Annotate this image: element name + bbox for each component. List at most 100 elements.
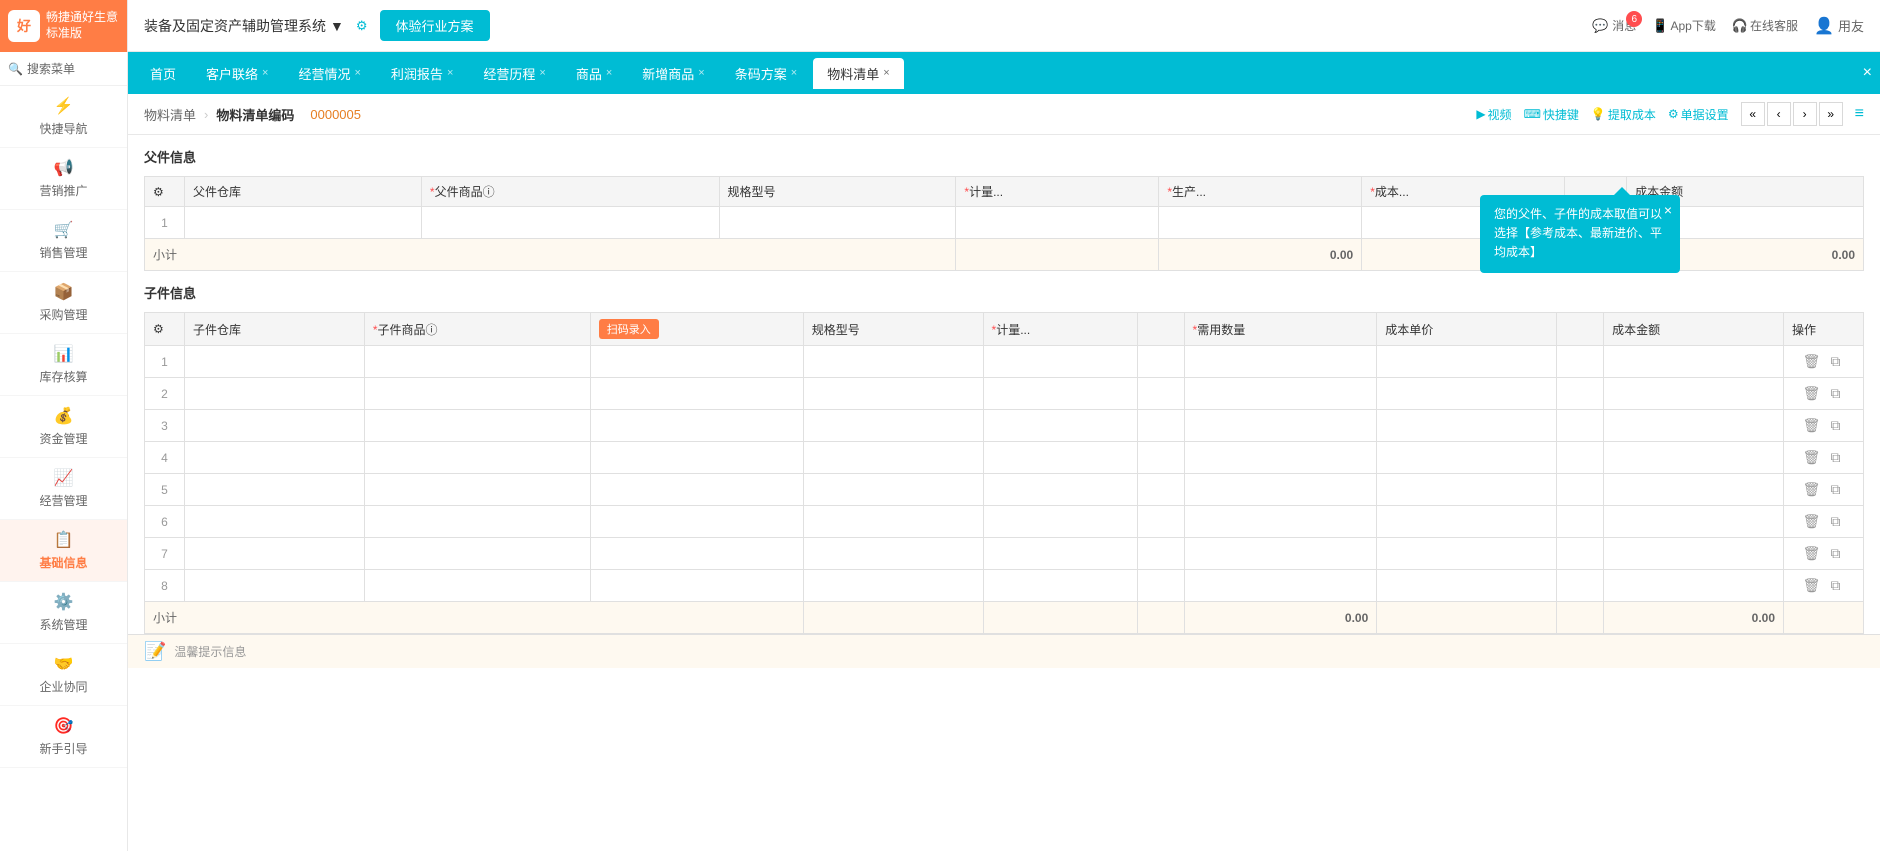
child-unit-3[interactable] (983, 410, 1137, 442)
child-product-7[interactable] (364, 538, 590, 570)
child-product-3[interactable] (364, 410, 590, 442)
child-qty-6[interactable] (1184, 506, 1377, 538)
tab-bom-close[interactable]: × (883, 67, 889, 79)
tab-goods-close[interactable]: × (606, 67, 612, 79)
child-qty-1[interactable] (1184, 346, 1377, 378)
search-menu[interactable]: 🔍 搜索菜单 (0, 52, 127, 86)
sidebar-item-quick-nav[interactable]: ⚡ 快捷导航 (0, 86, 127, 148)
child-spec-3[interactable] (803, 410, 983, 442)
sidebar-item-basic-info[interactable]: 📋 基础信息 (0, 520, 127, 582)
child-spec-4[interactable] (803, 442, 983, 474)
child-unit-7[interactable] (983, 538, 1137, 570)
child-spec-6[interactable] (803, 506, 983, 538)
tab-customer[interactable]: 客户联络 × (192, 58, 282, 89)
tab-goods[interactable]: 商品 × (562, 58, 626, 89)
child-qty-3[interactable] (1184, 410, 1377, 442)
child-spec-5[interactable] (803, 474, 983, 506)
tab-barcode[interactable]: 条码方案 × (721, 58, 811, 89)
page-last-btn[interactable]: » (1819, 102, 1843, 126)
sidebar-item-inventory[interactable]: 📊 库存核算 (0, 334, 127, 396)
child-spec-7[interactable] (803, 538, 983, 570)
child-unit-2[interactable] (983, 378, 1137, 410)
child-qty-7[interactable] (1184, 538, 1377, 570)
child-product-8[interactable] (364, 570, 590, 602)
app-download-link[interactable]: 📱 App下载 (1652, 17, 1716, 34)
child-unit-1[interactable] (983, 346, 1137, 378)
child-copy-btn-6[interactable]: ⧉ (1826, 512, 1846, 532)
sidebar-item-operations[interactable]: 📈 经营管理 (0, 458, 127, 520)
parent-unit-cell[interactable] (956, 207, 1159, 239)
child-unit-5[interactable] (983, 474, 1137, 506)
page-next-btn[interactable]: › (1793, 102, 1817, 126)
child-delete-btn-8[interactable]: 🗑 (1802, 576, 1822, 596)
child-qty-2[interactable] (1184, 378, 1377, 410)
child-copy-btn-4[interactable]: ⧉ (1826, 448, 1846, 468)
message-notification[interactable]: 💬 6 消息 (1592, 17, 1636, 34)
child-spec-2[interactable] (803, 378, 983, 410)
doc-settings-link[interactable]: ⚙ 单据设置 (1668, 106, 1729, 123)
sidebar-item-guide[interactable]: 🎯 新手引导 (0, 706, 127, 768)
child-warehouse-4[interactable] (185, 442, 365, 474)
sidebar-item-enterprise[interactable]: 🤝 企业协同 (0, 644, 127, 706)
page-prev-btn[interactable]: ‹ (1767, 102, 1791, 126)
parent-product-cell[interactable] (421, 207, 719, 239)
child-warehouse-6[interactable] (185, 506, 365, 538)
child-delete-btn-2[interactable]: 🗑 (1802, 384, 1822, 404)
child-copy-btn-1[interactable]: ⧉ (1826, 352, 1846, 372)
child-copy-btn-5[interactable]: ⧉ (1826, 480, 1846, 500)
video-link[interactable]: ▶ 视频 (1476, 106, 1511, 123)
close-all-tabs[interactable]: × (1863, 64, 1872, 82)
child-unit-cost-7[interactable] (1377, 538, 1557, 570)
child-qty-5[interactable] (1184, 474, 1377, 506)
tab-bom[interactable]: 物料清单 × (813, 58, 903, 89)
extract-cost-link[interactable]: 💡 提取成本 (1591, 106, 1656, 123)
child-delete-btn-6[interactable]: 🗑 (1802, 512, 1822, 532)
child-unit-cost-8[interactable] (1377, 570, 1557, 602)
child-copy-btn-7[interactable]: ⧉ (1826, 544, 1846, 564)
child-unit-6[interactable] (983, 506, 1137, 538)
child-copy-btn-8[interactable]: ⧉ (1826, 576, 1846, 596)
sidebar-item-purchase[interactable]: 📦 采购管理 (0, 272, 127, 334)
tab-operations-status[interactable]: 经营情况 × (284, 58, 374, 89)
page-first-btn[interactable]: « (1741, 102, 1765, 126)
child-warehouse-2[interactable] (185, 378, 365, 410)
tab-business-history-close[interactable]: × (539, 67, 545, 79)
tab-barcode-close[interactable]: × (791, 67, 797, 79)
child-unit-cost-2[interactable] (1377, 378, 1557, 410)
view-toggle-icon[interactable]: ≡ (1855, 105, 1864, 123)
settings-gear-btn[interactable]: ⚙ (356, 18, 368, 34)
child-qty-4[interactable] (1184, 442, 1377, 474)
child-product-1[interactable] (364, 346, 590, 378)
child-warehouse-8[interactable] (185, 570, 365, 602)
tab-profit-report-close[interactable]: × (447, 67, 453, 79)
child-copy-btn-2[interactable]: ⧉ (1826, 384, 1846, 404)
tab-home[interactable]: 首页 (136, 58, 190, 89)
child-unit-cost-3[interactable] (1377, 410, 1557, 442)
sidebar-item-sales[interactable]: 🛒 销售管理 (0, 210, 127, 272)
child-delete-btn-7[interactable]: 🗑 (1802, 544, 1822, 564)
tab-business-history[interactable]: 经营历程 × (469, 58, 559, 89)
child-unit-4[interactable] (983, 442, 1137, 474)
tooltip-close-btn[interactable]: × (1664, 199, 1672, 221)
child-product-6[interactable] (364, 506, 590, 538)
child-unit-cost-1[interactable] (1377, 346, 1557, 378)
sidebar-item-marketing[interactable]: 📢 营销推广 (0, 148, 127, 210)
child-spec-1[interactable] (803, 346, 983, 378)
breadcrumb-bom[interactable]: 物料清单 (144, 105, 196, 124)
parent-spec-cell[interactable] (719, 207, 956, 239)
online-service-link[interactable]: 🎧 在线客服 (1732, 17, 1798, 34)
child-col-settings[interactable]: ⚙ (145, 313, 185, 346)
child-delete-btn-3[interactable]: 🗑 (1802, 416, 1822, 436)
tab-profit-report[interactable]: 利润报告 × (377, 58, 467, 89)
child-qty-8[interactable] (1184, 570, 1377, 602)
child-unit-8[interactable] (983, 570, 1137, 602)
child-delete-btn-1[interactable]: 🗑 (1802, 352, 1822, 372)
shortcut-link[interactable]: ⌨ 快捷键 (1524, 106, 1579, 123)
child-warehouse-1[interactable] (185, 346, 365, 378)
child-unit-cost-4[interactable] (1377, 442, 1557, 474)
sidebar-item-system[interactable]: ⚙️ 系统管理 (0, 582, 127, 644)
system-title-select[interactable]: 装备及固定资产辅助管理系统 ▼ (144, 16, 344, 36)
child-product-5[interactable] (364, 474, 590, 506)
tab-customer-close[interactable]: × (262, 67, 268, 79)
sidebar-item-finance[interactable]: 💰 资金管理 (0, 396, 127, 458)
